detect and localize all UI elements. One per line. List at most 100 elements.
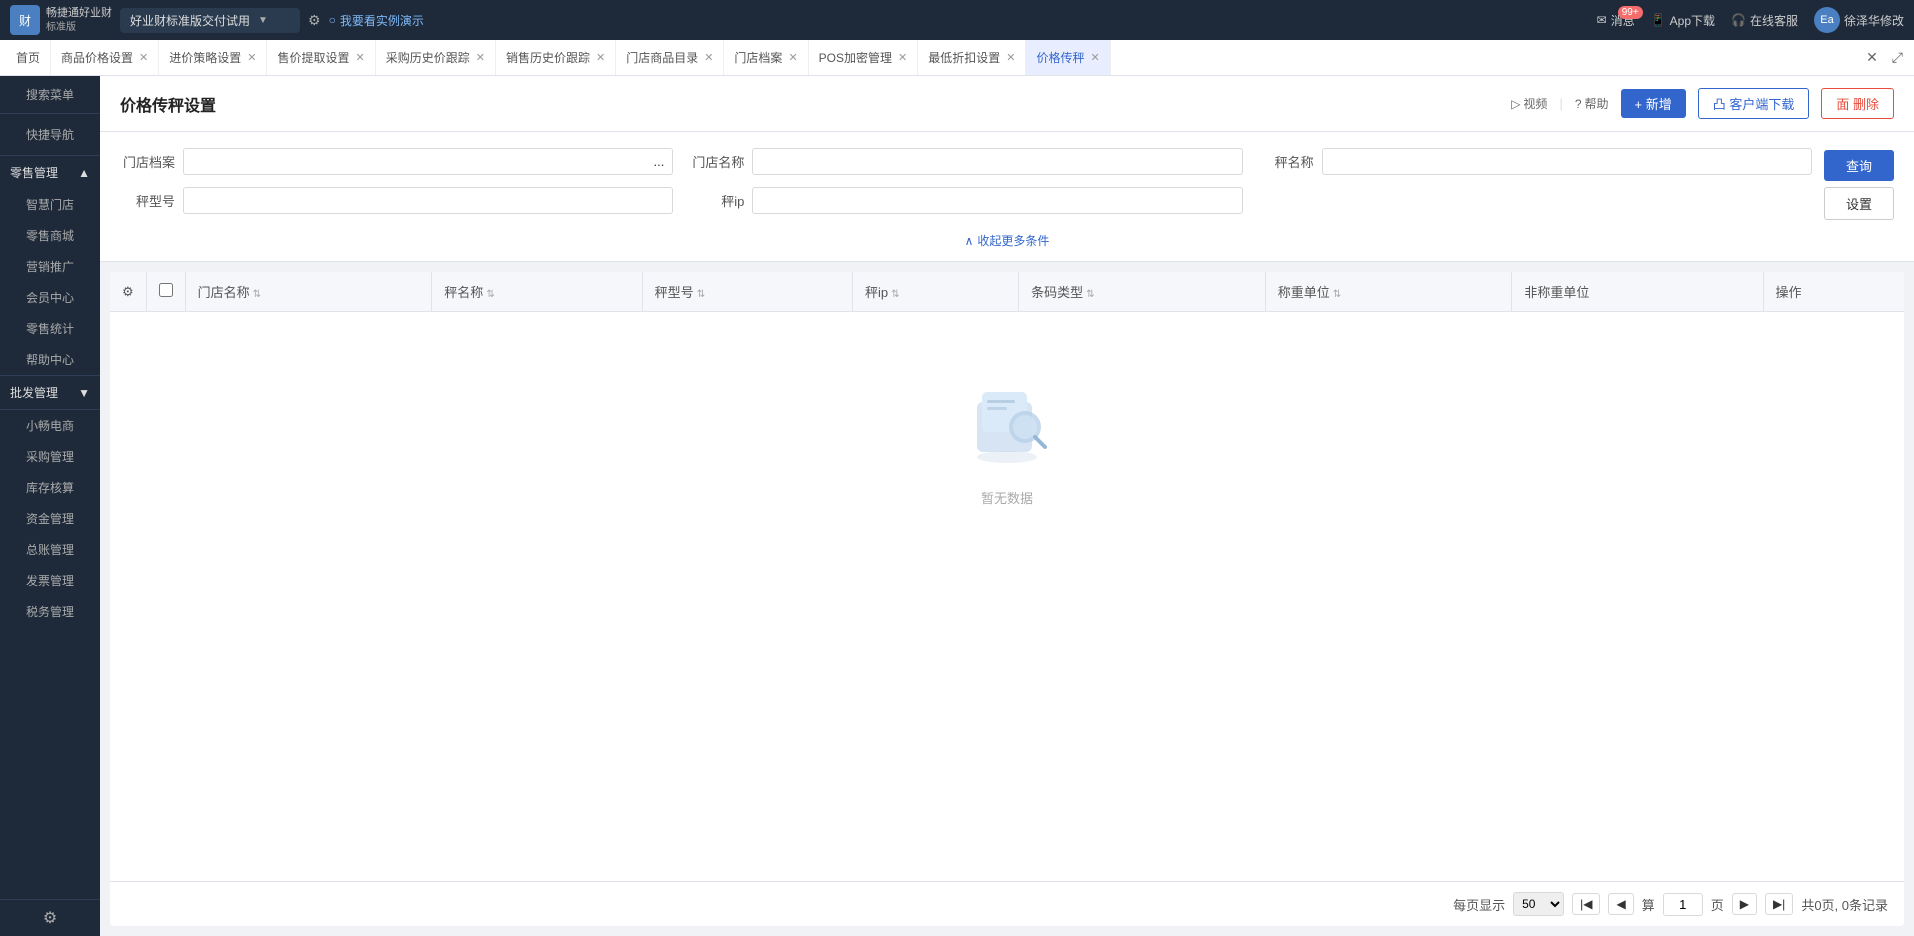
- sidebar-item-retail-stats[interactable]: 零售统计: [0, 313, 100, 344]
- sidebar-item-member[interactable]: 会员中心: [0, 282, 100, 313]
- next-page-button[interactable]: ▶: [1732, 893, 1757, 915]
- set-button[interactable]: 设置: [1824, 187, 1894, 220]
- sidebar-section-retail-header[interactable]: 零售管理 ▲: [0, 156, 100, 189]
- sidebar-item-marketing[interactable]: 营销推广: [0, 251, 100, 282]
- table-wrapper: ⚙ 门店名称⇅ 秤名称⇅ 秤型号⇅: [110, 272, 1904, 926]
- user-menu[interactable]: Ea 徐泽华修改: [1814, 7, 1904, 33]
- sort-scale-ip-icon[interactable]: ⇅: [891, 289, 899, 300]
- th-gear[interactable]: ⚙: [110, 272, 146, 312]
- filter-buttons: 查询 设置: [1812, 148, 1894, 226]
- download-button[interactable]: 凸 客户端下载: [1698, 88, 1810, 119]
- delete-button[interactable]: 面 删除: [1821, 88, 1894, 119]
- selector-gear-button[interactable]: ⚙: [308, 12, 321, 29]
- close-tab-sale-history[interactable]: ✕: [596, 51, 605, 64]
- app-download-button[interactable]: 📱 App下载: [1651, 12, 1715, 29]
- empty-state: 暂无数据: [110, 312, 1904, 567]
- filter-scale-name: 秤名称: [1259, 148, 1812, 175]
- sidebar-item-retail-mall[interactable]: 零售商城: [0, 220, 100, 251]
- tab-sale-history[interactable]: 销售历史价跟踪 ✕: [496, 40, 616, 75]
- sidebar-item-invoice[interactable]: 发票管理: [0, 565, 100, 596]
- sidebar-item-help[interactable]: 帮助中心: [0, 344, 100, 375]
- filter-scale-ip-input[interactable]: [752, 187, 1242, 214]
- logo-icon: 财: [10, 5, 40, 35]
- sidebar-item-inventory[interactable]: 库存核算: [0, 472, 100, 503]
- tab-purchase-strategy[interactable]: 进价策略设置 ✕: [159, 40, 267, 75]
- expand-tab-button[interactable]: ⤢: [1887, 47, 1908, 68]
- page-number-input[interactable]: [1663, 893, 1703, 916]
- select-all-checkbox[interactable]: [159, 283, 173, 297]
- close-tab-pos-management[interactable]: ✕: [898, 51, 907, 64]
- last-page-button[interactable]: ▶|: [1765, 893, 1793, 915]
- filter-scale-name-label: 秤名称: [1259, 152, 1314, 171]
- th-check: [146, 272, 185, 312]
- page-label: 算: [1642, 895, 1655, 914]
- sidebar-search[interactable]: 搜索菜单: [0, 76, 100, 114]
- close-tab-store-file[interactable]: ✕: [788, 51, 797, 64]
- tab-store-catalog[interactable]: 门店商品目录 ✕: [616, 40, 724, 75]
- filter-scale-name-input[interactable]: [1322, 148, 1812, 175]
- top-right-actions: ✉ 消息 99+ 📱 App下载 🎧 在线客服 Ea 徐泽华修改: [1597, 7, 1904, 33]
- empty-icon: [957, 372, 1057, 472]
- sort-store-name-icon[interactable]: ⇅: [253, 289, 261, 300]
- tab-purchase-history[interactable]: 采购历史价跟踪 ✕: [376, 40, 496, 75]
- close-tab-sale-price[interactable]: ✕: [356, 51, 365, 64]
- filter-scale-model-input[interactable]: [183, 187, 673, 214]
- sort-barcode-type-icon[interactable]: ⇅: [1086, 289, 1094, 300]
- close-tab-store-catalog[interactable]: ✕: [704, 51, 713, 64]
- tab-store-file[interactable]: 门店档案 ✕: [724, 40, 808, 75]
- tab-min-discount[interactable]: 最低折扣设置 ✕: [918, 40, 1026, 75]
- th-store-name: 门店名称⇅: [185, 272, 432, 312]
- filter-store-file-input[interactable]: ...: [183, 148, 673, 175]
- page-size-label: 每页显示: [1453, 895, 1505, 914]
- version-selector[interactable]: 好业财标准版交付试用 ▼: [120, 8, 300, 33]
- sidebar-item-finance[interactable]: 资金管理: [0, 503, 100, 534]
- filter-store-name: 门店名称: [689, 148, 1242, 175]
- sidebar-section-retail: 零售管理 ▲ 智慧门店 零售商城 营销推广 会员中心 零售统计 帮助中心: [0, 156, 100, 376]
- first-page-button[interactable]: |◀: [1572, 893, 1600, 915]
- add-button[interactable]: + 新增: [1621, 89, 1686, 118]
- sort-scale-name-icon[interactable]: ⇅: [486, 289, 494, 300]
- filter-scale-ip-label: 秤ip: [689, 191, 744, 210]
- filter-store-name-label: 门店名称: [689, 152, 744, 171]
- video-link[interactable]: ▷ 视频: [1511, 95, 1547, 112]
- query-button[interactable]: 查询: [1824, 150, 1894, 181]
- sidebar-item-smart-store[interactable]: 智慧门店: [0, 189, 100, 220]
- sidebar-item-tax[interactable]: 税务管理: [0, 596, 100, 627]
- tab-sale-price[interactable]: 售价提取设置 ✕: [267, 40, 375, 75]
- filter-store-name-input[interactable]: [752, 148, 1242, 175]
- close-tab-button[interactable]: ✕: [1861, 47, 1883, 68]
- close-tab-purchase-history[interactable]: ✕: [476, 51, 485, 64]
- tab-price-scale[interactable]: 价格传秤 ✕: [1026, 40, 1110, 75]
- tab-home[interactable]: 首页: [6, 40, 51, 75]
- sidebar-section-wholesale-header[interactable]: 批发管理 ▼: [0, 376, 100, 409]
- close-tab-purchase-strategy[interactable]: ✕: [247, 51, 256, 64]
- filter-row-1: 门店档案 ... 门店名称 秤名称: [120, 148, 1812, 175]
- sidebar-item-ledger[interactable]: 总账管理: [0, 534, 100, 565]
- filter-scale-model: 秤型号: [120, 187, 673, 214]
- sidebar-quick-nav: 快捷导航: [0, 114, 100, 156]
- online-service-button[interactable]: 🎧 在线客服: [1731, 12, 1798, 29]
- th-weight-unit: 称重单位⇅: [1265, 272, 1512, 312]
- sidebar-item-quick-nav[interactable]: 快捷导航: [0, 120, 100, 149]
- tab-pos-management[interactable]: POS加密管理 ✕: [809, 40, 919, 75]
- sidebar-item-ecommerce[interactable]: 小畅电商: [0, 410, 100, 441]
- messages-button[interactable]: ✉ 消息 99+: [1597, 12, 1635, 29]
- sidebar-item-purchase[interactable]: 采购管理: [0, 441, 100, 472]
- demo-link[interactable]: ○ 我要看实例演示: [329, 12, 424, 29]
- tab-price-settings[interactable]: 商品价格设置 ✕: [51, 40, 159, 75]
- close-tab-price-settings[interactable]: ✕: [139, 51, 148, 64]
- sort-weight-unit-icon[interactable]: ⇅: [1333, 289, 1341, 300]
- collapse-bar[interactable]: ∧ 收起更多条件: [120, 226, 1894, 253]
- filter-scale-model-label: 秤型号: [120, 191, 175, 210]
- th-non-weight-unit: 非称重单位: [1512, 272, 1763, 312]
- help-link[interactable]: ? 帮助: [1575, 95, 1609, 112]
- close-tab-price-scale[interactable]: ✕: [1090, 51, 1099, 64]
- th-scale-name: 秤名称⇅: [432, 272, 642, 312]
- prev-page-button[interactable]: ◀: [1608, 893, 1633, 915]
- filter-store-file: 门店档案 ...: [120, 148, 673, 175]
- sidebar-gear-icon[interactable]: ⚙: [43, 910, 57, 927]
- page-size-select[interactable]: 50 20 100 200: [1513, 892, 1564, 916]
- close-tab-min-discount[interactable]: ✕: [1006, 51, 1015, 64]
- sort-scale-model-icon[interactable]: ⇅: [697, 289, 705, 300]
- top-bar: 财 畅捷通好业财 标准版 好业财标准版交付试用 ▼ ⚙ ○ 我要看实例演示 ✉ …: [0, 0, 1914, 40]
